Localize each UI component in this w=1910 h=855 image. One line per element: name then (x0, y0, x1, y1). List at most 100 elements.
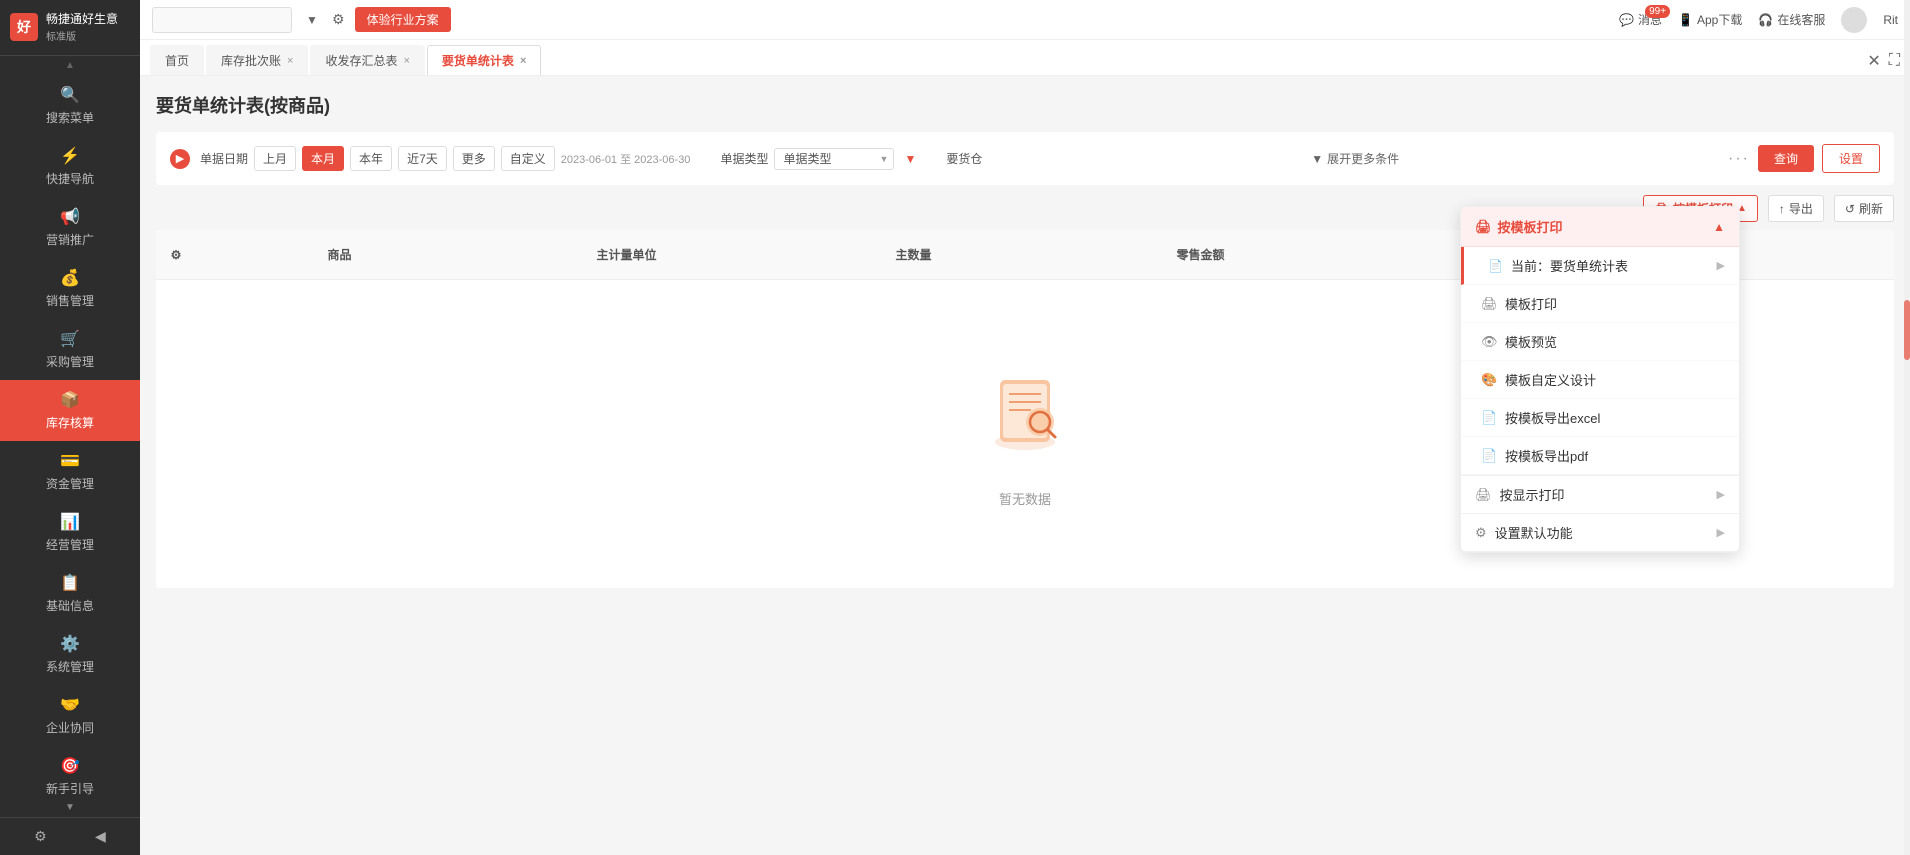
date-last-month-btn[interactable]: 上月 (254, 146, 296, 171)
dropdown-default-func[interactable]: ⚙ 设置默认功能 ▶ (1461, 514, 1739, 552)
date-this-year-btn[interactable]: 本年 (350, 146, 392, 171)
sidebar-menu: 🔍 搜索菜单 ⚡ 快捷导航 📢 营销推广 💰 销售管理 🛒 采购管理 📦 库存核… (0, 75, 140, 798)
right-scrollbar[interactable] (1904, 0, 1910, 855)
logo-text: 畅捷通好生意 标准版 (46, 12, 118, 43)
sidebar-collapse-btn[interactable]: ◀ (95, 828, 106, 845)
type-select[interactable]: 单据类型 (774, 148, 894, 170)
online-service-icon: 🎧 (1758, 13, 1773, 27)
message-badge: 99+ (1645, 5, 1670, 18)
dropdown-template-print[interactable]: 🖨 模板打印 (1461, 285, 1739, 323)
tab-expand-icon[interactable]: ⛶ (1889, 52, 1900, 70)
sidebar: 好 畅捷通好生意 标准版 ▲ 🔍 搜索菜单 ⚡ 快捷导航 📢 营销推广 💰 销售… (0, 0, 140, 855)
type-select-wrapper: 单据类型 (774, 148, 894, 170)
expand-more-btn[interactable]: ▼ 展开更多条件 (1299, 146, 1411, 171)
topbar: ▼ ⚙ 体验行业方案 💬 消息 99+ 📱 App下载 🎧 在线客服 Rit (140, 0, 1910, 40)
basic-icon: 📋 (60, 573, 80, 593)
table-col-unit: 主计量单位 (483, 238, 770, 271)
tab-collection-summary[interactable]: 收发存汇总表 × (310, 45, 424, 75)
operation-icon: 📊 (60, 512, 80, 532)
tab-close-collection-summary[interactable]: × (403, 55, 409, 67)
dropdown-current-template[interactable]: 📄 当前：要货单统计表 ▶ (1461, 247, 1739, 285)
empty-illustration (975, 360, 1075, 479)
sales-icon: 💰 (60, 268, 80, 288)
tab-order-stats[interactable]: 要货单统计表 × (427, 45, 541, 75)
sidebar-scroll-down[interactable]: ▼ (65, 802, 75, 813)
message-btn[interactable]: 💬 消息 99+ (1619, 11, 1662, 28)
default-func-icon: ⚙ (1475, 525, 1487, 541)
tab-close-order-stats[interactable]: × (520, 55, 526, 67)
finance-icon: 💳 (60, 451, 80, 471)
export-btn[interactable]: ↑ 导出 (1768, 195, 1824, 222)
date-range-label: 2023-06-01 至 2023-06-30 (561, 151, 691, 167)
refresh-btn[interactable]: ↺ 刷新 (1834, 195, 1894, 222)
template-preview-icon: 👁 (1481, 334, 1497, 350)
online-service-btn[interactable]: 🎧 在线客服 (1758, 11, 1825, 28)
filter-expand-arrow[interactable]: ▶ (170, 149, 190, 169)
app-download-icon: 📱 (1678, 13, 1693, 27)
dropdown-header: 🖨 按模板打印 ▲ (1461, 207, 1739, 247)
sidebar-settings-btn[interactable]: ⚙ (34, 828, 47, 845)
sidebar-scroll-up[interactable]: ▲ (65, 60, 75, 71)
user-avatar[interactable] (1841, 7, 1867, 33)
more-options-btn[interactable]: ··· (1728, 150, 1750, 168)
date-custom-btn[interactable]: 自定义 (501, 146, 555, 171)
sidebar-item-shortcut[interactable]: ⚡ 快捷导航 (0, 136, 140, 197)
date-more-btn[interactable]: 更多 (453, 146, 495, 171)
query-btn[interactable]: 查询 (1758, 145, 1814, 172)
inventory-icon: 📦 (60, 390, 80, 410)
tabbar: 首页 库存批次账 × 收发存汇总表 × 要货单统计表 × ✕ ⛶ (140, 40, 1910, 76)
sidebar-item-operation[interactable]: 📊 经营管理 (0, 502, 140, 563)
sidebar-item-marketing[interactable]: 📢 营销推广 (0, 197, 140, 258)
template-design-icon: 🎨 (1481, 372, 1497, 388)
refresh-icon: ↺ (1845, 202, 1855, 216)
trial-btn[interactable]: 体验行业方案 (355, 7, 451, 32)
purchase-icon: 🛒 (60, 329, 80, 349)
date-this-month-btn[interactable]: 本月 (302, 146, 344, 171)
dropdown-printer-icon: 🖨 (1475, 219, 1492, 235)
template-print-icon: 🖨 (1481, 296, 1497, 312)
sidebar-item-purchase[interactable]: 🛒 采购管理 (0, 319, 140, 380)
sidebar-item-collab[interactable]: 🤝 企业协同 (0, 685, 140, 746)
dropdown-template-pdf[interactable]: 📄 按模板导出pdf (1461, 437, 1739, 475)
tab-close-all-icon[interactable]: ✕ (1867, 51, 1880, 71)
require-filter-label: 要货仓 (946, 150, 982, 167)
table-col-quantity: 主数量 (770, 238, 1057, 271)
date-filter-label: 单据日期 (200, 150, 248, 167)
sidebar-item-basic[interactable]: 📋 基础信息 (0, 563, 140, 624)
table-settings-col[interactable]: ⚙ (156, 240, 196, 270)
sidebar-item-sales[interactable]: 💰 销售管理 (0, 258, 140, 319)
print-dropdown-menu: 🖨 按模板打印 ▲ 📄 当前：要货单统计表 ▶ 🖨 模板打印 👁 模板预览 🎨 (1460, 206, 1740, 553)
settings-btn[interactable]: 设置 (1822, 144, 1880, 173)
dropdown-display-print[interactable]: 🖨 按显示打印 ▶ (1461, 475, 1739, 514)
dropdown-template-excel[interactable]: 📄 按模板导出excel (1461, 399, 1739, 437)
topbar-gear-icon[interactable]: ⚙ (332, 11, 345, 28)
date-7days-btn[interactable]: 近7天 (398, 146, 447, 171)
type-dropdown-arrow[interactable]: ▼ (904, 152, 916, 166)
display-print-icon: 🖨 (1475, 487, 1492, 503)
topbar-dropdown-btn[interactable]: ▼ (302, 10, 322, 30)
table-col-product: 商品 (196, 238, 483, 271)
sidebar-item-guide[interactable]: 🎯 新手引导 (0, 746, 140, 798)
guide-icon: 🎯 (60, 756, 80, 776)
sidebar-item-finance[interactable]: 💳 资金管理 (0, 441, 140, 502)
sidebar-item-search[interactable]: 🔍 搜索菜单 (0, 75, 140, 136)
app-download-btn[interactable]: 📱 App下载 (1678, 11, 1742, 28)
system-icon: ⚙️ (60, 634, 80, 654)
template-pdf-icon: 📄 (1481, 448, 1497, 464)
dropdown-template-preview[interactable]: 👁 模板预览 (1461, 323, 1739, 361)
sidebar-item-system[interactable]: ⚙️ 系统管理 (0, 624, 140, 685)
app-logo: 好 畅捷通好生意 标准版 (0, 0, 140, 56)
page-content: 要货单统计表(按商品) ▶ 单据日期 上月 本月 本年 近7天 更多 自定义 2… (140, 76, 1910, 855)
expand-down-icon: ▼ (1311, 152, 1323, 166)
topbar-search-input[interactable] (152, 7, 292, 33)
current-template-icon: 📄 (1488, 259, 1503, 273)
current-template-arrow: ▶ (1717, 259, 1725, 272)
dropdown-template-design[interactable]: 🎨 模板自定义设计 (1461, 361, 1739, 399)
tabbar-right: ✕ ⛶ (1867, 51, 1900, 75)
tab-home[interactable]: 首页 (150, 45, 204, 75)
tab-inventory-batch[interactable]: 库存批次账 × (206, 45, 308, 75)
table-col-amount: 零售金额 (1057, 238, 1344, 271)
tab-close-inventory-batch[interactable]: × (287, 55, 293, 67)
dropdown-expand-arrow[interactable]: ▲ (1713, 220, 1725, 234)
sidebar-item-inventory[interactable]: 📦 库存核算 (0, 380, 140, 441)
